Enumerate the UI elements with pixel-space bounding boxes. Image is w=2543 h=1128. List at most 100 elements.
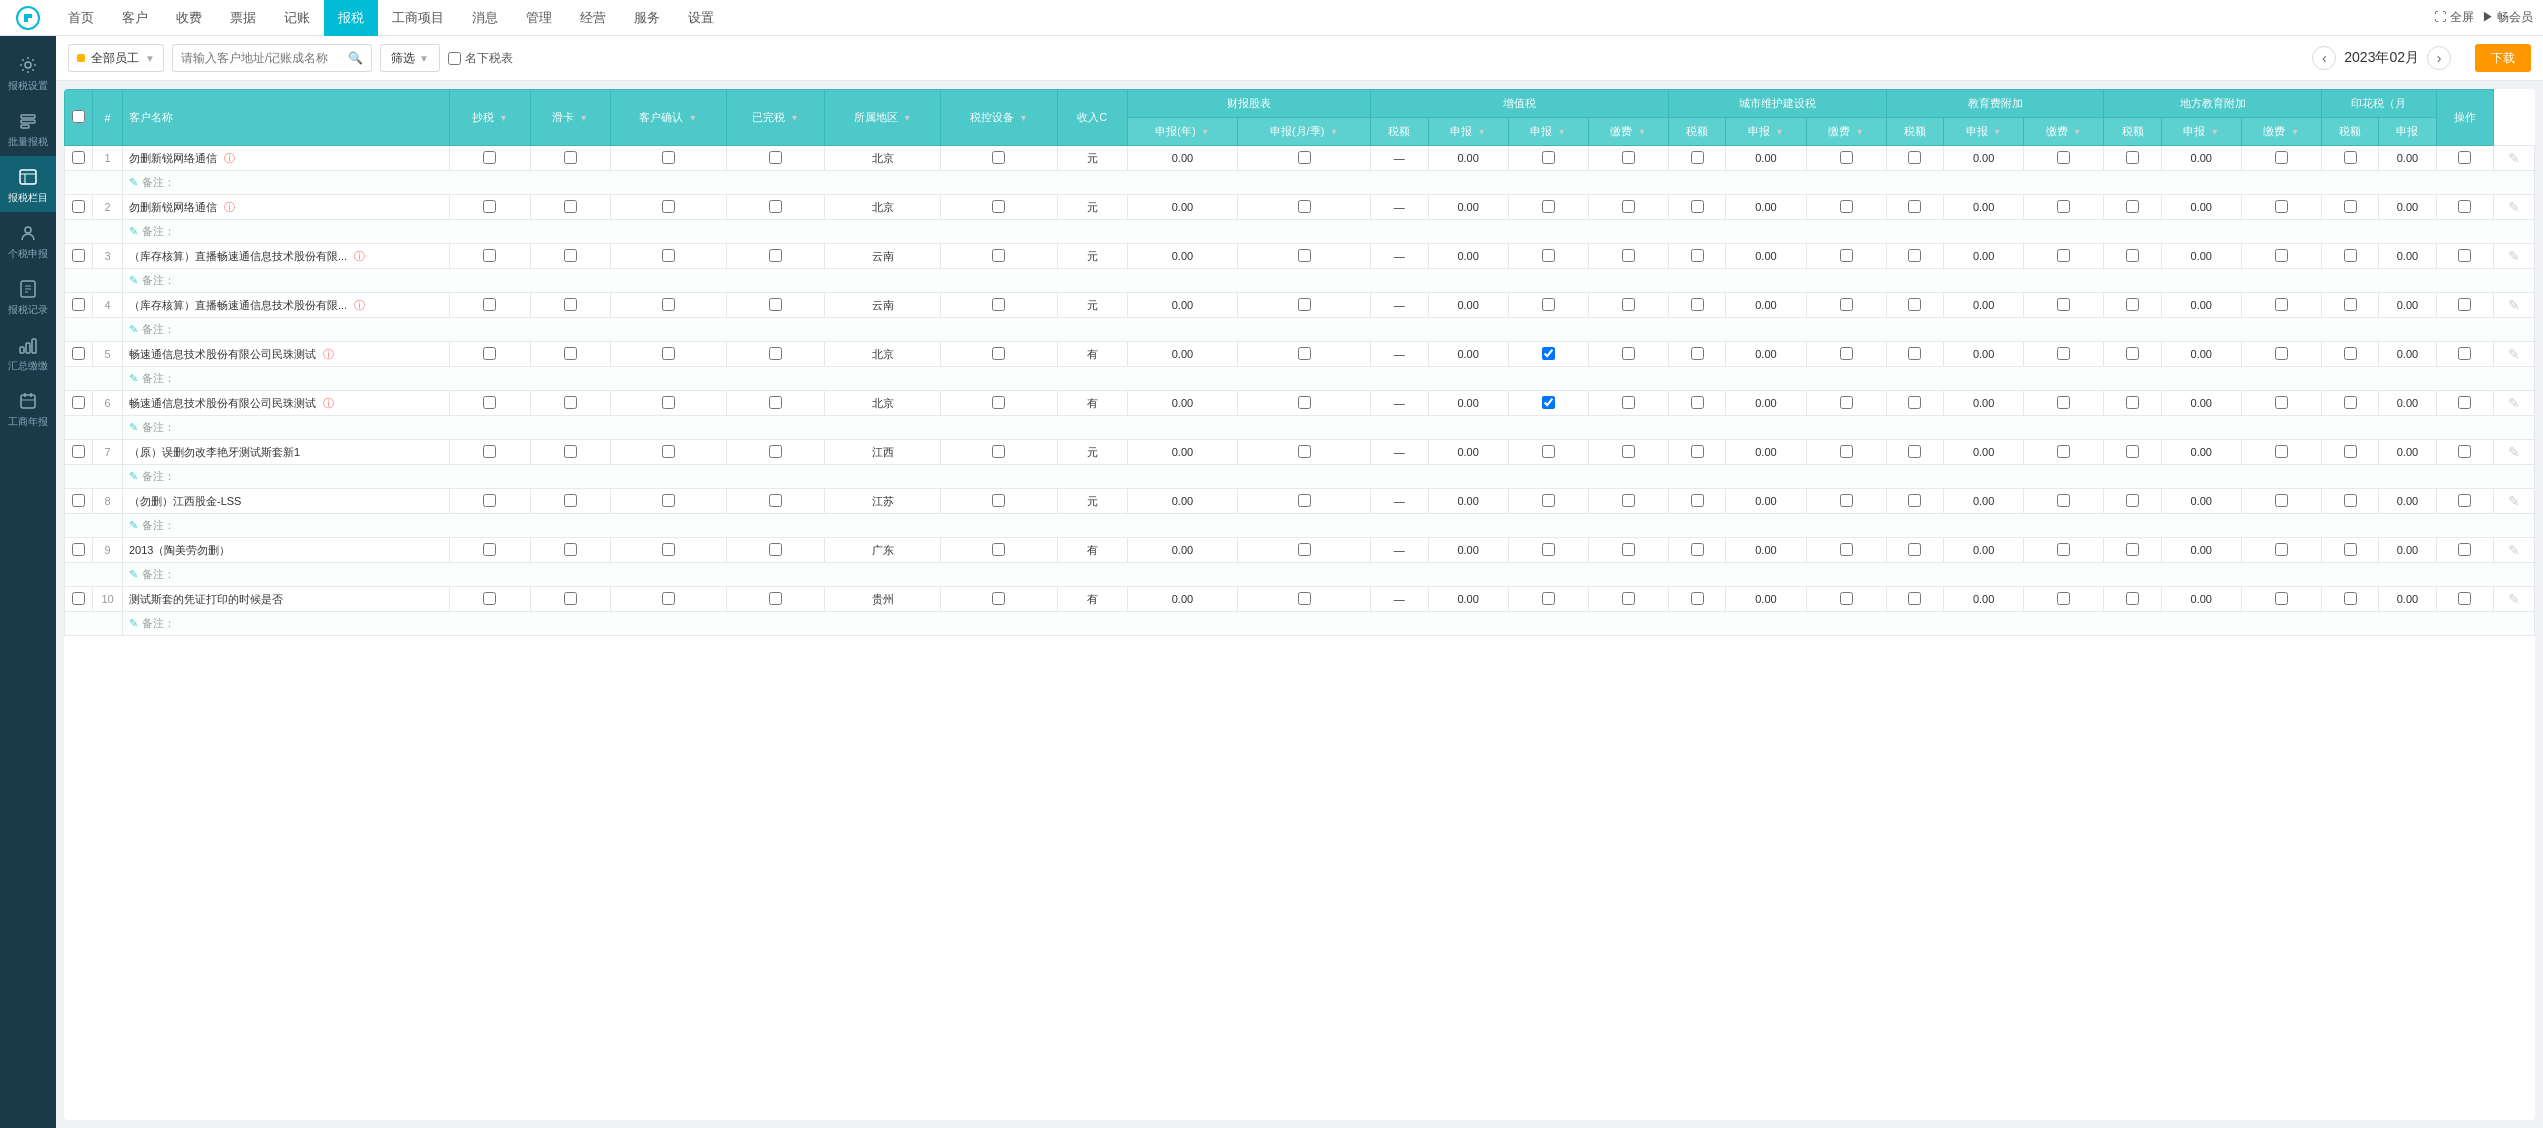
- select-all-checkbox[interactable]: [72, 110, 85, 123]
- row-city-declare[interactable]: [1806, 391, 1886, 416]
- row-confirm[interactable]: [610, 146, 726, 171]
- wanshui-checkbox[interactable]: [769, 396, 782, 409]
- confirm-checkbox[interactable]: [662, 200, 675, 213]
- edu-pay-cb[interactable]: [2126, 298, 2139, 311]
- header-city-declare[interactable]: 申报 ▼: [1726, 118, 1806, 146]
- note-cell[interactable]: ✎ 备注：: [123, 367, 2535, 391]
- row-vat-declare2[interactable]: [1588, 195, 1668, 220]
- row-confirm[interactable]: [610, 244, 726, 269]
- row-checkbox-cell[interactable]: [65, 146, 93, 171]
- row-vat-declare[interactable]: [1508, 342, 1588, 367]
- row-local-edu-declare[interactable]: [2241, 538, 2321, 563]
- edu-pay-cb[interactable]: [2126, 445, 2139, 458]
- row-caibao-year[interactable]: [1238, 293, 1371, 318]
- header-device[interactable]: 税控设备 ▼: [941, 90, 1057, 146]
- stamp-declare-cb[interactable]: [2458, 298, 2471, 311]
- row-wanshui[interactable]: [726, 195, 824, 220]
- row-vat-declare[interactable]: [1508, 293, 1588, 318]
- wanshui-checkbox[interactable]: [769, 543, 782, 556]
- row-checkbox[interactable]: [72, 543, 85, 556]
- row-vat-declare2[interactable]: [1588, 244, 1668, 269]
- device-checkbox[interactable]: [992, 200, 1005, 213]
- edu-declare-cb[interactable]: [2057, 543, 2070, 556]
- vat-declare2-cb[interactable]: [1622, 151, 1635, 164]
- row-checkbox-cell[interactable]: [65, 391, 93, 416]
- local-edu-declare-cb[interactable]: [2275, 151, 2288, 164]
- huaka-checkbox[interactable]: [564, 543, 577, 556]
- row-checkbox-cell[interactable]: [65, 342, 93, 367]
- city-declare-cb[interactable]: [1840, 543, 1853, 556]
- edit-icon[interactable]: ✎: [2508, 493, 2520, 509]
- local-edu-pay-cb[interactable]: [2344, 445, 2357, 458]
- row-local-edu-declare[interactable]: [2241, 244, 2321, 269]
- row-local-edu-pay[interactable]: [2322, 587, 2379, 612]
- row-edu-pay[interactable]: [2104, 489, 2161, 514]
- row-device[interactable]: [941, 489, 1057, 514]
- row-vat-declare2[interactable]: [1588, 440, 1668, 465]
- huaka-checkbox[interactable]: [564, 396, 577, 409]
- city-declare-cb[interactable]: [1840, 592, 1853, 605]
- nav-operation[interactable]: 经营: [566, 0, 620, 36]
- row-operate[interactable]: ✎: [2493, 538, 2534, 563]
- header-checkbox[interactable]: [65, 90, 93, 146]
- city-pay-cb[interactable]: [1908, 200, 1921, 213]
- device-checkbox[interactable]: [992, 249, 1005, 262]
- row-huaka[interactable]: [530, 391, 610, 416]
- row-checkbox[interactable]: [72, 347, 85, 360]
- row-checkbox[interactable]: [72, 249, 85, 262]
- header-edu-pay[interactable]: 缴费 ▼: [2024, 118, 2104, 146]
- chaoshui-checkbox[interactable]: [483, 592, 496, 605]
- chaoshui-checkbox[interactable]: [483, 347, 496, 360]
- row-edu-declare[interactable]: [2024, 195, 2104, 220]
- local-edu-declare-cb[interactable]: [2275, 543, 2288, 556]
- header-wanshui[interactable]: 已完税 ▼: [726, 90, 824, 146]
- local-edu-pay-cb[interactable]: [2344, 151, 2357, 164]
- huaka-checkbox[interactable]: [564, 592, 577, 605]
- caibao-year-cb[interactable]: [1298, 347, 1311, 360]
- row-checkbox[interactable]: [72, 151, 85, 164]
- row-wanshui[interactable]: [726, 489, 824, 514]
- nav-invoice[interactable]: 票据: [216, 0, 270, 36]
- row-confirm[interactable]: [610, 293, 726, 318]
- confirm-checkbox[interactable]: [662, 249, 675, 262]
- local-edu-pay-cb[interactable]: [2344, 249, 2357, 262]
- stamp-declare-cb[interactable]: [2458, 200, 2471, 213]
- row-city-pay[interactable]: [1886, 391, 1943, 416]
- city-pay-cb[interactable]: [1908, 494, 1921, 507]
- wanshui-checkbox[interactable]: [769, 445, 782, 458]
- vat-declare-cb[interactable]: [1542, 151, 1555, 164]
- header-name[interactable]: 客户名称: [123, 90, 450, 146]
- wanshui-checkbox[interactable]: [769, 494, 782, 507]
- row-local-edu-pay[interactable]: [2322, 195, 2379, 220]
- device-checkbox[interactable]: [992, 445, 1005, 458]
- row-vat-pay[interactable]: [1669, 293, 1726, 318]
- row-operate[interactable]: ✎: [2493, 440, 2534, 465]
- row-huaka[interactable]: [530, 440, 610, 465]
- row-local-edu-pay[interactable]: [2322, 440, 2379, 465]
- city-declare-cb[interactable]: [1840, 347, 1853, 360]
- row-device[interactable]: [941, 538, 1057, 563]
- edu-declare-cb[interactable]: [2057, 445, 2070, 458]
- chaoshui-checkbox[interactable]: [483, 200, 496, 213]
- local-edu-pay-cb[interactable]: [2344, 592, 2357, 605]
- edu-declare-cb[interactable]: [2057, 494, 2070, 507]
- chaoshui-checkbox[interactable]: [483, 445, 496, 458]
- row-checkbox[interactable]: [72, 298, 85, 311]
- chaoshui-checkbox[interactable]: [483, 249, 496, 262]
- row-edu-pay[interactable]: [2104, 587, 2161, 612]
- huaka-checkbox[interactable]: [564, 249, 577, 262]
- row-vat-declare2[interactable]: [1588, 391, 1668, 416]
- edu-pay-cb[interactable]: [2126, 592, 2139, 605]
- row-vat-declare2[interactable]: [1588, 538, 1668, 563]
- stamp-declare-cb[interactable]: [2458, 592, 2471, 605]
- row-operate[interactable]: ✎: [2493, 587, 2534, 612]
- row-wanshui[interactable]: [726, 391, 824, 416]
- caibao-year-cb[interactable]: [1298, 200, 1311, 213]
- row-city-declare[interactable]: [1806, 146, 1886, 171]
- header-caibao-year[interactable]: 申报(年) ▼: [1127, 118, 1237, 146]
- row-city-pay[interactable]: [1886, 440, 1943, 465]
- vat-declare2-cb[interactable]: [1622, 298, 1635, 311]
- note-cell[interactable]: ✎ 备注：: [123, 465, 2535, 489]
- note-cell[interactable]: ✎ 备注：: [123, 563, 2535, 587]
- row-confirm[interactable]: [610, 195, 726, 220]
